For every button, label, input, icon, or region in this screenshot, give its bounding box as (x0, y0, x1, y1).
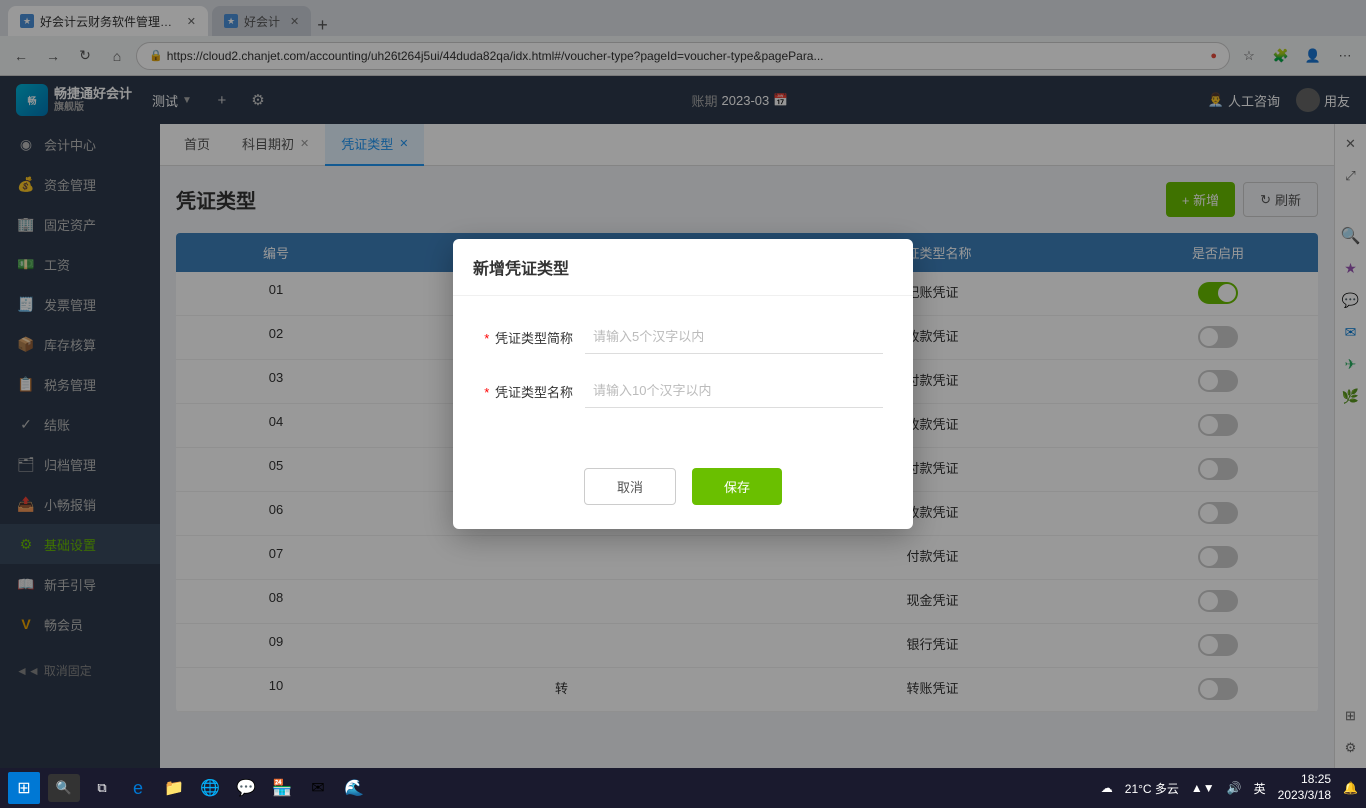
name-label: * 凭证类型名称 (483, 382, 573, 401)
taskbar-clock[interactable]: 18:25 2023/3/18 (1278, 772, 1331, 803)
modal-title: 新增凭证类型 (453, 239, 913, 296)
required-star-2: * (484, 385, 489, 400)
new-voucher-type-modal: 新增凭证类型 * 凭证类型简称 * 凭证类型名称 取消 保存 (453, 239, 913, 529)
form-row-name: * 凭证类型名称 (483, 374, 883, 408)
taskbar-chrome[interactable]: 🌐 (196, 774, 224, 802)
taskbar-search[interactable]: 🔍 (48, 774, 80, 802)
taskbar-explorer[interactable]: 📁 (160, 774, 188, 802)
short-label: * 凭证类型简称 (483, 328, 573, 347)
required-star-1: * (484, 331, 489, 346)
taskbar-network-icon: ▲▼ (1191, 781, 1215, 795)
taskbar: ⊞ 🔍 ⧉ e 📁 🌐 💬 🏪 ✉ 🌊 ☁ 21°C 多云 ▲▼ 🔊 英 18:… (0, 768, 1366, 808)
taskbar-mail[interactable]: ✉ (304, 774, 332, 802)
taskbar-lang: 英 (1254, 780, 1266, 797)
taskbar-weather: ☁ (1101, 781, 1113, 795)
taskbar-speaker-icon: 🔊 (1227, 781, 1242, 795)
taskbar-wechat[interactable]: 💬 (232, 774, 260, 802)
taskbar-date-text: 2023/3/18 (1278, 788, 1331, 804)
form-row-short: * 凭证类型简称 (483, 320, 883, 354)
save-button[interactable]: 保存 (692, 468, 782, 505)
modal-body: * 凭证类型简称 * 凭证类型名称 (453, 296, 913, 452)
cancel-button[interactable]: 取消 (584, 468, 676, 505)
taskbar-store[interactable]: 🏪 (268, 774, 296, 802)
taskbar-edge[interactable]: e (124, 774, 152, 802)
taskbar-right: ☁ 21°C 多云 ▲▼ 🔊 英 18:25 2023/3/18 🔔 (1101, 772, 1358, 803)
start-button[interactable]: ⊞ (8, 772, 40, 804)
taskbar-time-text: 18:25 (1301, 772, 1331, 788)
taskbar-weather-text: 21°C 多云 (1125, 780, 1179, 797)
modal-footer: 取消 保存 (453, 452, 913, 529)
modal-overlay: 新增凭证类型 * 凭证类型简称 * 凭证类型名称 取消 保存 (0, 0, 1366, 768)
taskbar-task-view[interactable]: ⧉ (88, 774, 116, 802)
short-input[interactable] (585, 320, 883, 354)
taskbar-notification[interactable]: 🔔 (1343, 781, 1358, 795)
taskbar-edge2[interactable]: 🌊 (340, 774, 368, 802)
name-input[interactable] (585, 374, 883, 408)
